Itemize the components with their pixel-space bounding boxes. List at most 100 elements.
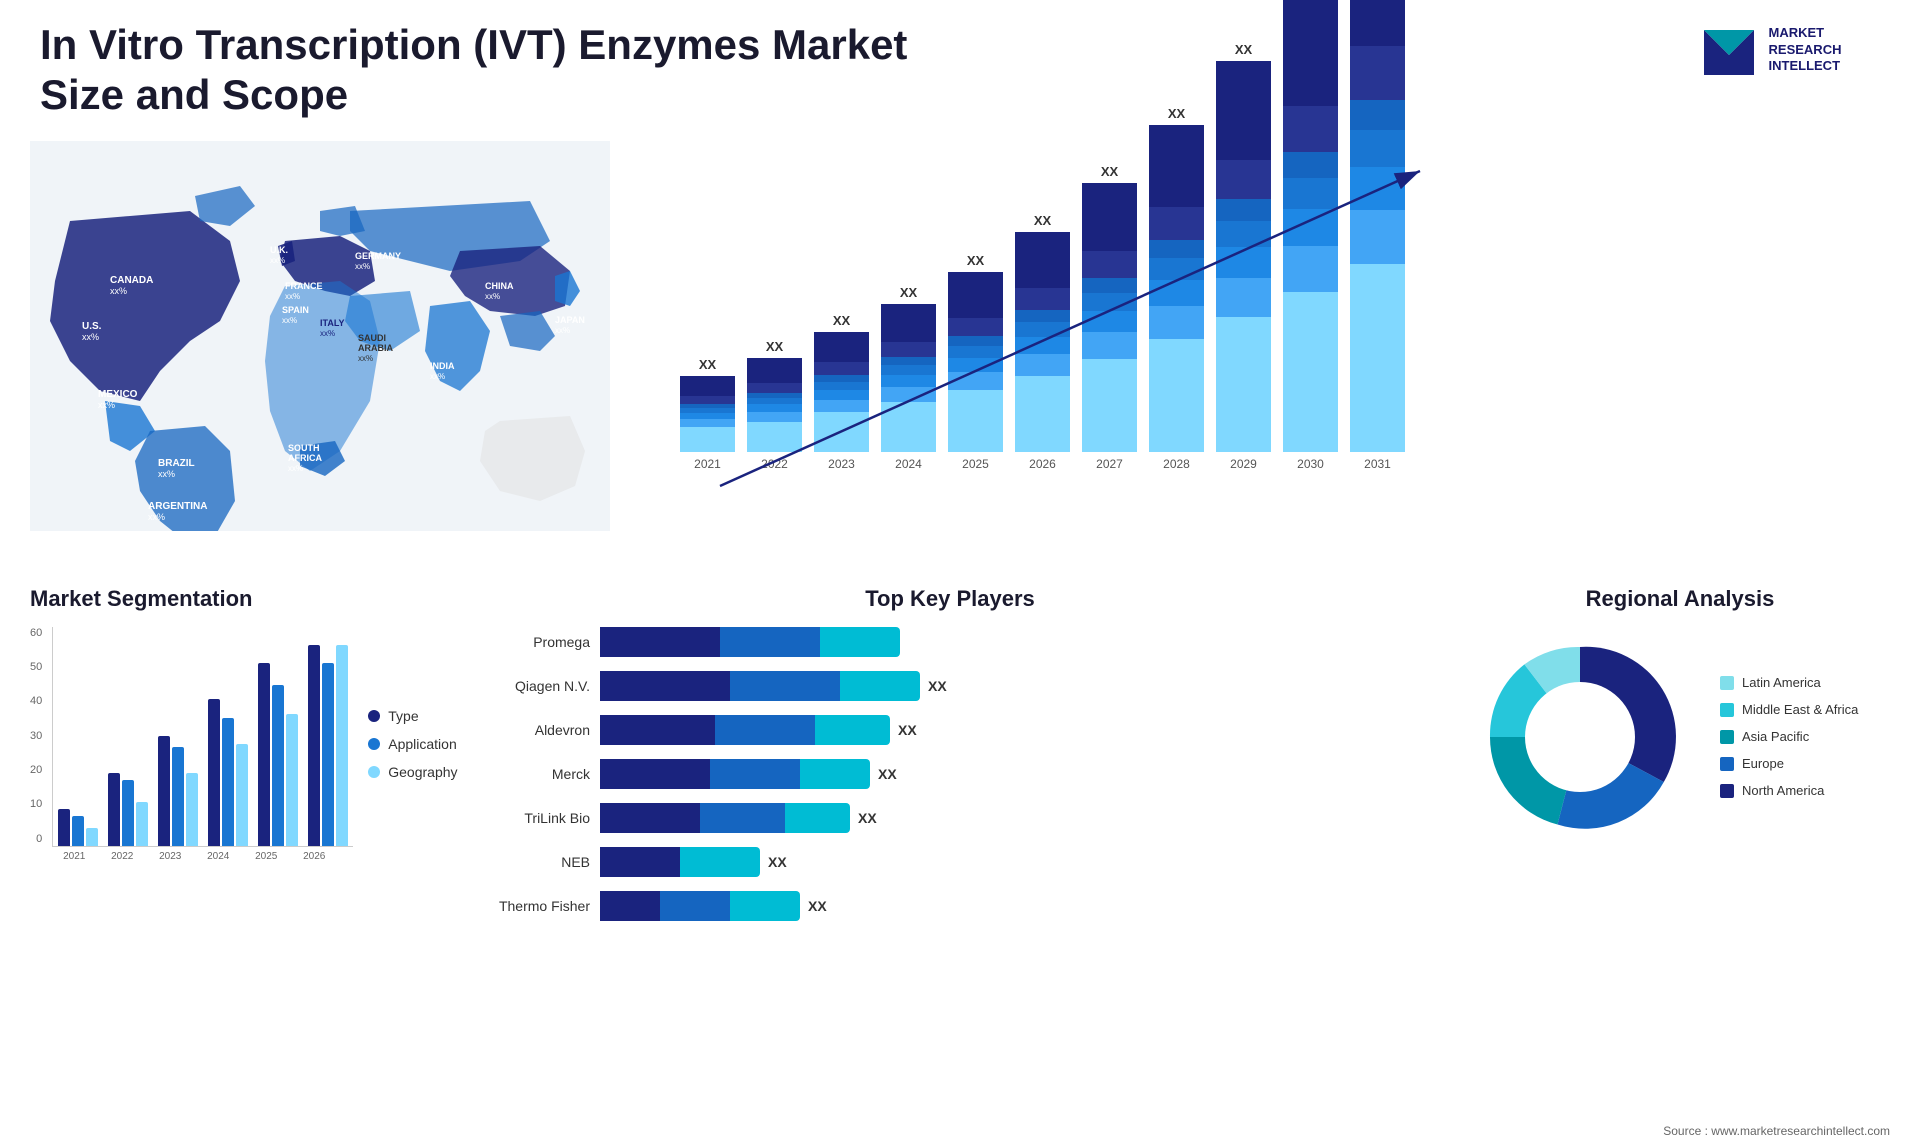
bar-year-2023: 2023 — [828, 457, 855, 471]
seg-bar-geo-2022 — [136, 802, 148, 846]
svg-text:xx%: xx% — [320, 329, 335, 338]
logo-area: MARKET RESEARCH INTELLECT — [1660, 20, 1880, 80]
player-bar-merck: XX — [600, 759, 1420, 789]
seg-y-10: 10 — [30, 798, 42, 810]
seg-y-20: 20 — [30, 764, 42, 776]
seg-bar-geo-2026 — [336, 645, 348, 846]
svg-text:xx%: xx% — [288, 464, 303, 473]
player-bar-seg2-qiagen — [730, 671, 840, 701]
svg-text:BRAZIL: BRAZIL — [158, 458, 195, 469]
seg-bar-type-2023 — [158, 736, 170, 846]
player-row-aldevron: Aldevron XX — [480, 715, 1420, 745]
seg-bar-app-2025 — [272, 685, 284, 846]
bar-label-2024: XX — [900, 285, 917, 300]
seg-y-0: 0 — [30, 833, 42, 845]
bar-year-2028: 2028 — [1163, 457, 1190, 471]
player-row-qiagen: Qiagen N.V. XX — [480, 671, 1420, 701]
bar-group-2023: XX 2023 — [814, 313, 869, 471]
player-bar-seg1-trilink — [600, 803, 700, 833]
svg-text:xx%: xx% — [82, 332, 99, 342]
player-bar-inner-neb — [600, 847, 760, 877]
donut-chart-svg — [1470, 627, 1690, 847]
bar-group-2030: XX 2030 — [1283, 0, 1338, 471]
svg-text:xx%: xx% — [110, 286, 127, 296]
seg-bar-app-2022 — [122, 780, 134, 846]
player-bar-seg2-promega — [720, 627, 820, 657]
seg-x-labels: 2021 2022 2023 2024 2025 2026 — [52, 851, 353, 862]
svg-text:SAUDI: SAUDI — [358, 333, 386, 343]
legend-label-application: Application — [388, 736, 457, 752]
bar-group-2026: XX 2026 — [1015, 213, 1070, 471]
players-section: Top Key Players Promega Qiagen N.V. — [460, 576, 1440, 931]
seg-chart-container: 60 50 40 30 20 10 0 — [30, 627, 430, 862]
bar-chart-wrapper: XX 2021 XX — [660, 141, 1880, 541]
seg-x-2026: 2026 — [295, 851, 333, 862]
legend-label-geography: Geography — [388, 764, 457, 780]
bar-group-2024: XX 2024 — [881, 285, 936, 471]
bar-group-2022: XX 2022 — [747, 339, 802, 471]
seg-bar-type-2021 — [58, 809, 70, 846]
donut-container: Latin America Middle East & Africa Asia … — [1470, 627, 1890, 847]
player-bar-seg1-merck — [600, 759, 710, 789]
regional-section: Regional Analysis Lati — [1460, 576, 1900, 931]
svg-text:JAPAN: JAPAN — [555, 315, 585, 325]
svg-text:xx%: xx% — [430, 372, 445, 381]
player-bar-seg3-promega — [820, 627, 900, 657]
legend-color-apac — [1720, 730, 1734, 744]
bar-label-2023: XX — [833, 313, 850, 328]
player-bar-aldevron: XX — [600, 715, 1420, 745]
header: In Vitro Transcription (IVT) Enzymes Mar… — [0, 0, 1920, 131]
svg-text:AFRICA: AFRICA — [288, 453, 322, 463]
bar-group-2029: XX 2029 — [1216, 42, 1271, 471]
player-bar-seg2-neb — [680, 847, 760, 877]
player-bar-inner-qiagen — [600, 671, 920, 701]
legend-dot-geography — [368, 766, 380, 778]
seg-y-30: 30 — [30, 730, 42, 742]
seg-bar-type-2026 — [308, 645, 320, 846]
seg-y-axis: 60 50 40 30 20 10 0 — [30, 627, 47, 847]
bar-label-2028: XX — [1168, 106, 1185, 121]
player-row-merck: Merck XX — [480, 759, 1420, 789]
svg-text:GERMANY: GERMANY — [355, 251, 401, 261]
player-name-trilink: TriLink Bio — [480, 810, 590, 826]
player-bar-thermo: XX — [600, 891, 1420, 921]
player-bar-qiagen: XX — [600, 671, 1420, 701]
bar-chart-bars: XX 2021 XX — [660, 141, 1880, 501]
legend-label-apac: Asia Pacific — [1742, 729, 1809, 744]
player-bar-seg1-aldevron — [600, 715, 715, 745]
legend-latin-america: Latin America — [1720, 675, 1858, 690]
seg-y-50: 50 — [30, 661, 42, 673]
svg-text:xx%: xx% — [285, 292, 300, 301]
world-map-svg: CANADA xx% U.S. xx% MEXICO xx% BRAZIL xx… — [30, 141, 610, 531]
bar-group-2027: XX 2027 — [1082, 164, 1137, 471]
player-bar-promega — [600, 627, 1420, 657]
player-name-promega: Promega — [480, 634, 590, 650]
player-bar-seg3-thermo — [730, 891, 800, 921]
svg-text:xx%: xx% — [98, 400, 115, 410]
regional-title: Regional Analysis — [1470, 586, 1890, 612]
seg-bar-geo-2025 — [286, 714, 298, 846]
seg-bar-app-2024 — [222, 718, 234, 846]
seg-x-2021: 2021 — [55, 851, 93, 862]
segmentation-title: Market Segmentation — [30, 586, 430, 612]
player-bar-seg2-aldevron — [715, 715, 815, 745]
legend-north-america: North America — [1720, 783, 1858, 798]
player-bar-seg2-merck — [710, 759, 800, 789]
legend-label-latin: Latin America — [1742, 675, 1821, 690]
legend-asia-pacific: Asia Pacific — [1720, 729, 1858, 744]
player-xx-qiagen: XX — [928, 678, 947, 694]
bar-year-2030: 2030 — [1297, 457, 1324, 471]
donut-legend: Latin America Middle East & Africa Asia … — [1720, 675, 1858, 798]
svg-text:CHINA: CHINA — [485, 281, 514, 291]
players-title: Top Key Players — [480, 586, 1420, 612]
player-xx-trilink: XX — [858, 810, 877, 826]
bar-label-2026: XX — [1034, 213, 1051, 228]
seg-legend: Type Application Geography — [358, 627, 457, 862]
seg-bar-group-2025 — [258, 663, 298, 846]
seg-bar-app-2023 — [172, 747, 184, 846]
player-row-promega: Promega — [480, 627, 1420, 657]
seg-x-2025: 2025 — [247, 851, 285, 862]
bar-group-2031: XX 2031 — [1350, 0, 1405, 471]
legend-label-europe: Europe — [1742, 756, 1784, 771]
svg-text:xx%: xx% — [555, 326, 570, 335]
